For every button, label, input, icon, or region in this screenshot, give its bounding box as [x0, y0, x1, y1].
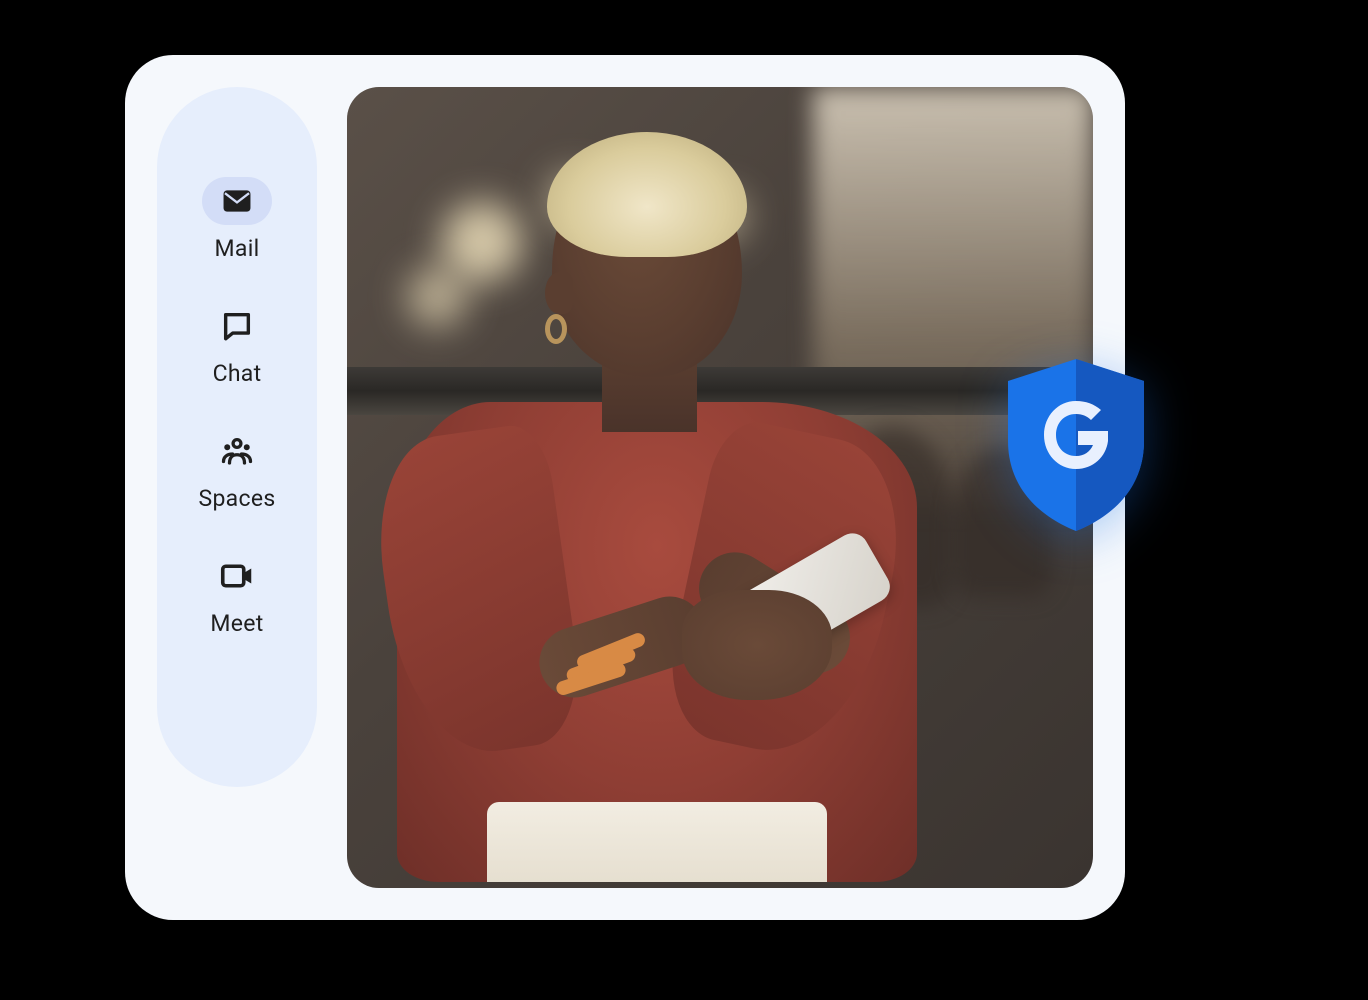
app-nav-rail: Mail Chat Spaces [157, 87, 317, 787]
nav-item-spaces[interactable]: Spaces [199, 427, 276, 512]
nav-item-mail[interactable]: Mail [202, 177, 272, 262]
nav-item-meet[interactable]: Meet [202, 552, 272, 637]
nav-label-chat: Chat [213, 360, 262, 387]
promo-card: Mail Chat Spaces [125, 55, 1125, 920]
nav-label-spaces: Spaces [199, 485, 276, 512]
person-illustration [397, 142, 917, 882]
spaces-icon [202, 427, 272, 475]
mail-icon [202, 177, 272, 225]
google-shield-badge [1000, 355, 1152, 535]
nav-item-chat[interactable]: Chat [202, 302, 272, 387]
hero-photo [347, 87, 1093, 888]
meet-icon [202, 552, 272, 600]
nav-label-meet: Meet [210, 610, 263, 637]
nav-label-mail: Mail [215, 235, 260, 262]
chat-icon [202, 302, 272, 350]
